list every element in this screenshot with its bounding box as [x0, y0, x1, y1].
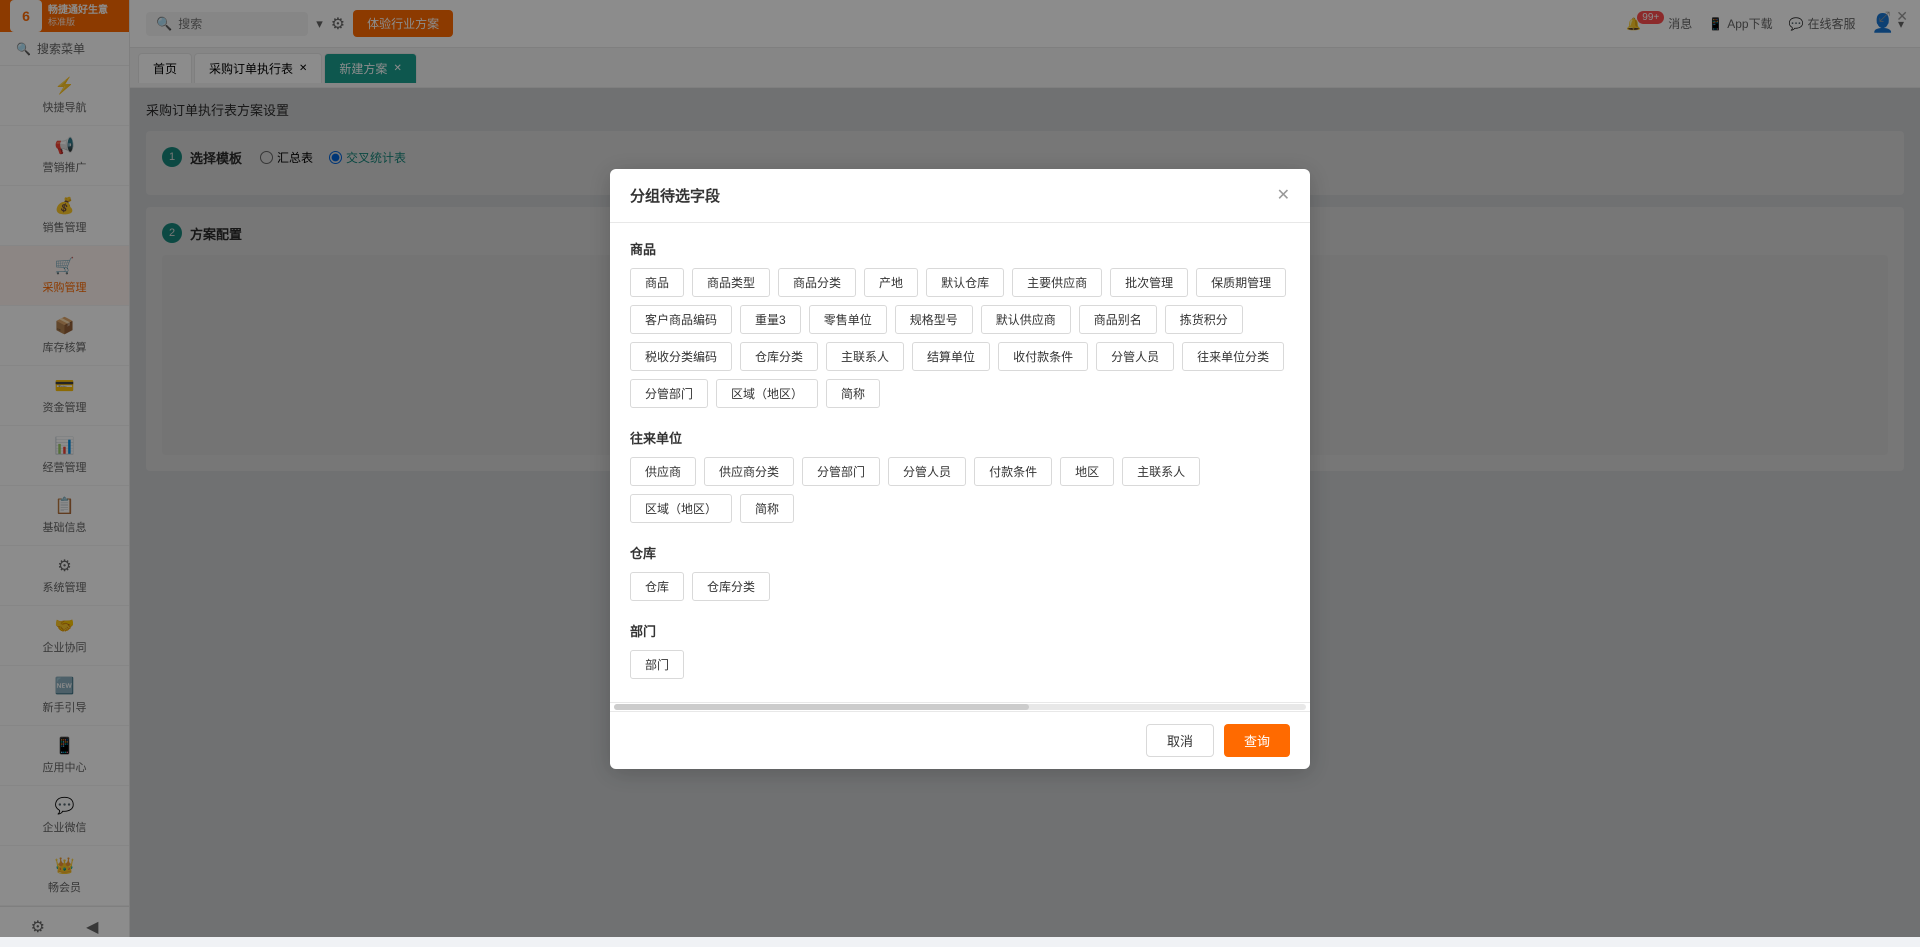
field-tag-default-supplier[interactable]: 默认供应商 — [981, 305, 1071, 334]
field-tag-origin[interactable]: 产地 — [864, 268, 918, 297]
field-tag-pick-points[interactable]: 拣货积分 — [1165, 305, 1243, 334]
warehouse-tags: 仓库 仓库分类 — [630, 572, 1290, 601]
section-dept-title: 部门 — [630, 621, 1290, 640]
field-section-dept: 部门 部门 — [630, 621, 1290, 679]
product-tags: 商品 商品类型 商品分类 产地 默认仓库 主要供应商 批次管理 保质期管理 客户… — [630, 268, 1290, 408]
field-tag-pay-terms[interactable]: 付款条件 — [974, 457, 1052, 486]
field-tag-abbr2[interactable]: 简称 — [740, 494, 794, 523]
field-section-warehouse: 仓库 仓库 仓库分类 — [630, 543, 1290, 601]
field-tag-main-supplier[interactable]: 主要供应商 — [1012, 268, 1102, 297]
modal-close-button[interactable]: ✕ — [1277, 185, 1290, 205]
modal-footer: 取消 查询 — [610, 711, 1310, 769]
field-tag-product[interactable]: 商品 — [630, 268, 684, 297]
field-tag-partner-supervisor[interactable]: 分管人员 — [888, 457, 966, 486]
modal-cancel-button[interactable]: 取消 — [1146, 724, 1214, 757]
field-tag-abbr[interactable]: 简称 — [826, 379, 880, 408]
field-tag-main-contact[interactable]: 主联系人 — [826, 342, 904, 371]
field-tag-partner-dept[interactable]: 分管部门 — [802, 457, 880, 486]
partner-tags: 供应商 供应商分类 分管部门 分管人员 付款条件 地区 主联系人 区域（地区） … — [630, 457, 1290, 523]
field-tag-supplier-category[interactable]: 供应商分类 — [704, 457, 794, 486]
modal-header: 分组待选字段 ✕ — [610, 169, 1310, 223]
field-tag-dept[interactable]: 部门 — [630, 650, 684, 679]
field-tag-payment-terms[interactable]: 收付款条件 — [998, 342, 1088, 371]
section-product-title: 商品 — [630, 239, 1290, 258]
field-tag-customer-code[interactable]: 客户商品编码 — [630, 305, 732, 334]
modal-confirm-button[interactable]: 查询 — [1224, 724, 1290, 757]
field-tag-batch-mgmt[interactable]: 批次管理 — [1110, 268, 1188, 297]
field-section-product: 商品 商品 商品类型 商品分类 产地 默认仓库 主要供应商 批次管理 保质期管理… — [630, 239, 1290, 408]
field-tag-supplier[interactable]: 供应商 — [630, 457, 696, 486]
field-tag-retail-unit[interactable]: 零售单位 — [809, 305, 887, 334]
section-warehouse-title: 仓库 — [630, 543, 1290, 562]
field-tag-weight3[interactable]: 重量3 — [740, 305, 801, 334]
field-tag-product-type[interactable]: 商品类型 — [692, 268, 770, 297]
modal-dialog: 分组待选字段 ✕ 商品 商品 商品类型 商品分类 产地 默认仓库 主要供应商 批… — [610, 169, 1310, 769]
modal-horizontal-scrollbar[interactable] — [610, 702, 1310, 710]
field-tag-product-category[interactable]: 商品分类 — [778, 268, 856, 297]
field-tag-default-warehouse[interactable]: 默认仓库 — [926, 268, 1004, 297]
dept-tags: 部门 — [630, 650, 1290, 679]
field-tag-warehouse-cat[interactable]: 仓库分类 — [692, 572, 770, 601]
field-tag-tax-code[interactable]: 税收分类编码 — [630, 342, 732, 371]
field-tag-supervisor[interactable]: 分管人员 — [1096, 342, 1174, 371]
field-tag-partner-category[interactable]: 往来单位分类 — [1182, 342, 1284, 371]
field-tag-settlement-unit[interactable]: 结算单位 — [912, 342, 990, 371]
field-tag-spec-model[interactable]: 规格型号 — [895, 305, 973, 334]
field-tag-region2[interactable]: 区域（地区） — [630, 494, 732, 523]
modal-title: 分组待选字段 — [630, 185, 720, 206]
field-tag-region[interactable]: 区域（地区） — [716, 379, 818, 408]
field-tag-dept-managed[interactable]: 分管部门 — [630, 379, 708, 408]
modal-body: 商品 商品 商品类型 商品分类 产地 默认仓库 主要供应商 批次管理 保质期管理… — [610, 223, 1310, 703]
field-section-partner: 往来单位 供应商 供应商分类 分管部门 分管人员 付款条件 地区 主联系人 区域… — [630, 428, 1290, 523]
field-tag-warehouse-category[interactable]: 仓库分类 — [740, 342, 818, 371]
section-partner-title: 往来单位 — [630, 428, 1290, 447]
field-tag-main-contact2[interactable]: 主联系人 — [1122, 457, 1200, 486]
field-tag-expiry-mgmt[interactable]: 保质期管理 — [1196, 268, 1286, 297]
field-tag-product-alias[interactable]: 商品别名 — [1079, 305, 1157, 334]
field-tag-warehouse[interactable]: 仓库 — [630, 572, 684, 601]
modal-overlay: 分组待选字段 ✕ 商品 商品 商品类型 商品分类 产地 默认仓库 主要供应商 批… — [0, 0, 1920, 937]
field-tag-area[interactable]: 地区 — [1060, 457, 1114, 486]
